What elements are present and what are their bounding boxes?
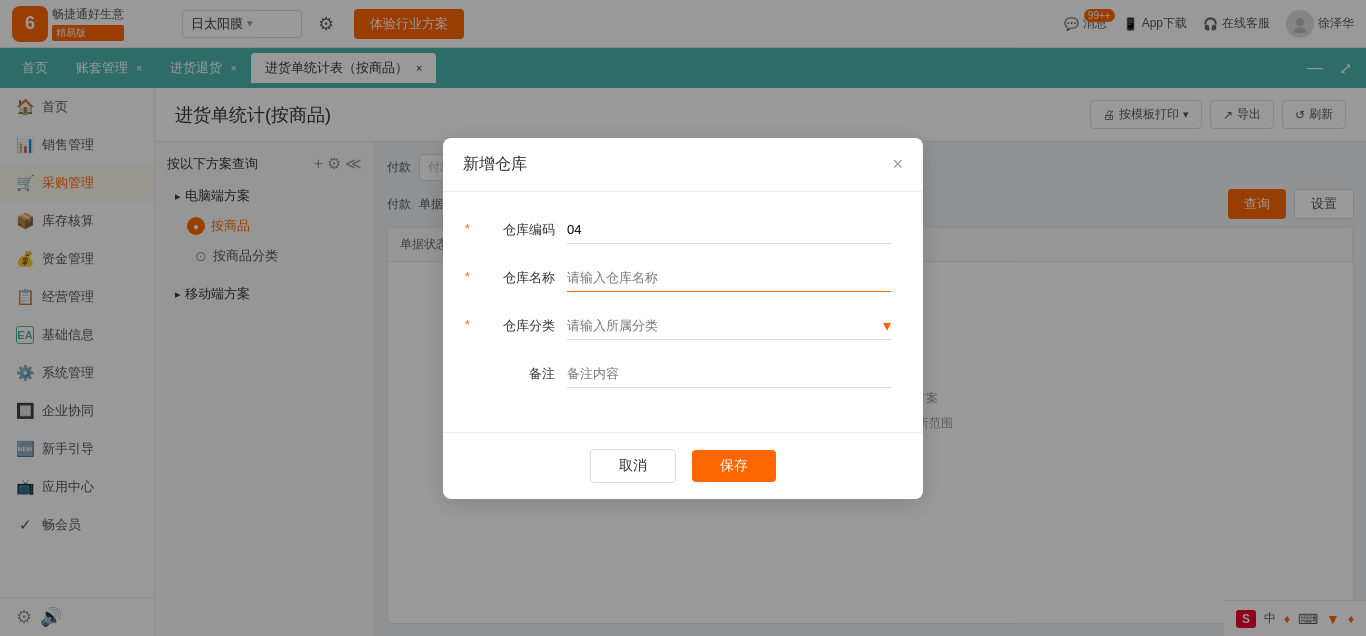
modal-title: 新增仓库 — [463, 154, 527, 175]
modal-header: 新增仓库 × — [443, 138, 923, 192]
category-label: 仓库分类 — [475, 317, 555, 335]
modal-footer: 取消 保存 — [443, 432, 923, 499]
category-input[interactable] — [567, 318, 883, 333]
category-chevron-icon: ▾ — [883, 316, 891, 335]
form-row-category: 仓库分类 ▾ — [475, 312, 891, 340]
name-label: 仓库名称 — [475, 269, 555, 287]
note-label: 备注 — [475, 365, 555, 383]
form-row-code: 仓库编码 — [475, 216, 891, 244]
modal-body: 仓库编码 仓库名称 仓库分类 ▾ 备注 — [443, 192, 923, 432]
save-button[interactable]: 保存 — [692, 450, 776, 482]
form-row-name: 仓库名称 — [475, 264, 891, 292]
code-label: 仓库编码 — [475, 221, 555, 239]
note-input[interactable] — [567, 360, 891, 388]
form-row-note: 备注 — [475, 360, 891, 388]
category-select[interactable]: ▾ — [567, 312, 891, 340]
code-input[interactable] — [567, 216, 891, 244]
modal-close-button[interactable]: × — [892, 154, 903, 175]
cancel-button[interactable]: 取消 — [590, 449, 676, 483]
name-input[interactable] — [567, 264, 891, 292]
modal-overlay: 新增仓库 × 仓库编码 仓库名称 仓库分类 ▾ 备注 — [0, 0, 1366, 636]
new-warehouse-modal: 新增仓库 × 仓库编码 仓库名称 仓库分类 ▾ 备注 — [443, 138, 923, 499]
